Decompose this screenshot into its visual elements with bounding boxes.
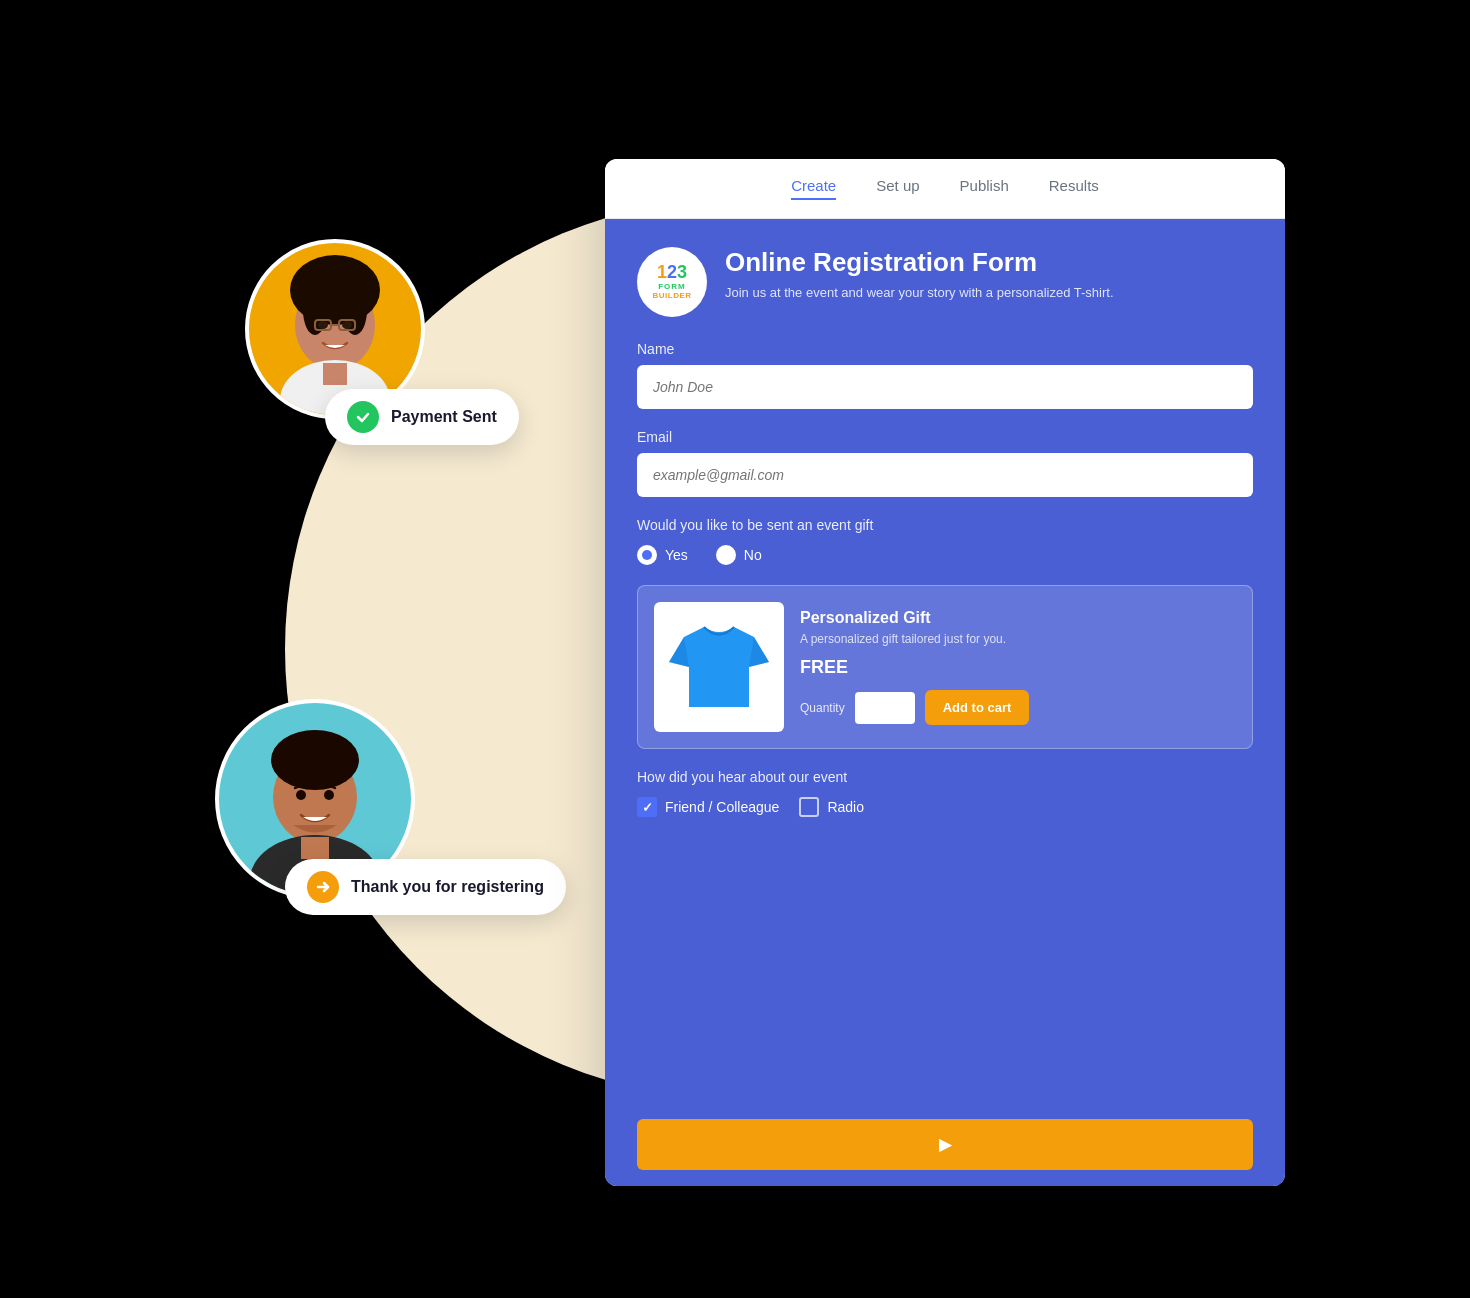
product-image [654,602,784,732]
name-input[interactable] [637,365,1253,409]
checkbox-friend-label: Friend / Colleague [665,799,779,815]
thankyou-text: Thank you for registering [351,878,544,896]
product-price: FREE [800,657,1236,678]
left-section: Payment Sent [185,179,605,979]
tab-create[interactable]: Create [791,177,836,200]
product-desc: A personalized gift tailored just for yo… [800,631,1236,648]
arrow-icon [307,871,339,903]
form-subtitle: Join us at the event and wear your story… [725,284,1114,302]
form-body: 123 FORM BUILDER Online Registration For… [605,219,1285,1119]
name-field-group: Name [637,341,1253,409]
radio-no-label: No [744,547,762,563]
svg-point-10 [342,321,352,329]
hear-checkbox-section: How did you hear about our event Friend … [637,769,1253,817]
checkbox-friend-option[interactable]: Friend / Colleague [637,797,779,817]
product-card: Personalized Gift A personalized gift ta… [637,585,1253,749]
radio-yes-circle [637,545,657,565]
svg-point-15 [296,790,306,800]
checkbox-friend-box [637,797,657,817]
tab-publish[interactable]: Publish [960,177,1009,200]
form-container: Create Set up Publish Results 123 FORM B… [605,159,1285,1186]
logo-123: 123 [652,263,691,283]
radio-options: Yes No [637,545,1253,565]
logo-builder-text: BUILDER [652,292,691,301]
radio-yes-label: Yes [665,547,688,563]
svg-point-12 [271,730,359,790]
payment-sent-badge: Payment Sent [325,389,519,445]
payment-sent-text: Payment Sent [391,408,497,426]
thankyou-badge: Thank you for registering [285,859,566,915]
add-to-cart-button[interactable]: Add to cart [925,690,1030,725]
checkbox-radio-option[interactable]: Radio [799,797,864,817]
product-info: Personalized Gift A personalized gift ta… [800,609,1236,726]
gift-radio-group: Would you like to be sent an event gift … [637,517,1253,565]
tab-setup[interactable]: Set up [876,177,919,200]
svg-rect-5 [323,363,347,385]
radio-no-circle [716,545,736,565]
email-label: Email [637,429,1253,445]
checkbox-radio-label: Radio [827,799,864,815]
product-name: Personalized Gift [800,609,1236,627]
form-header: 123 FORM BUILDER Online Registration For… [637,247,1253,317]
tab-results[interactable]: Results [1049,177,1099,200]
check-icon [347,401,379,433]
tab-bar: Create Set up Publish Results [605,159,1285,219]
quantity-input[interactable] [855,692,915,724]
radio-no-option[interactable]: No [716,545,762,565]
email-field-group: Email [637,429,1253,497]
gift-question-label: Would you like to be sent an event gift [637,517,1253,533]
svg-rect-14 [301,837,329,859]
checkbox-options: Friend / Colleague Radio [637,797,1253,817]
logo: 123 FORM BUILDER [637,247,707,317]
svg-point-16 [324,790,334,800]
form-title-section: Online Registration Form Join us at the … [725,247,1114,302]
form-title: Online Registration Form [725,247,1114,278]
name-label: Name [637,341,1253,357]
checkbox-radio-box [799,797,819,817]
submit-button[interactable]: ▶ [637,1119,1253,1170]
radio-yes-option[interactable]: Yes [637,545,688,565]
quantity-label: Quantity [800,701,845,715]
quantity-row: Quantity Add to cart [800,690,1236,725]
email-input[interactable] [637,453,1253,497]
svg-point-9 [318,321,328,329]
hear-question-label: How did you hear about our event [637,769,1253,785]
submit-area: ▶ [605,1119,1285,1186]
